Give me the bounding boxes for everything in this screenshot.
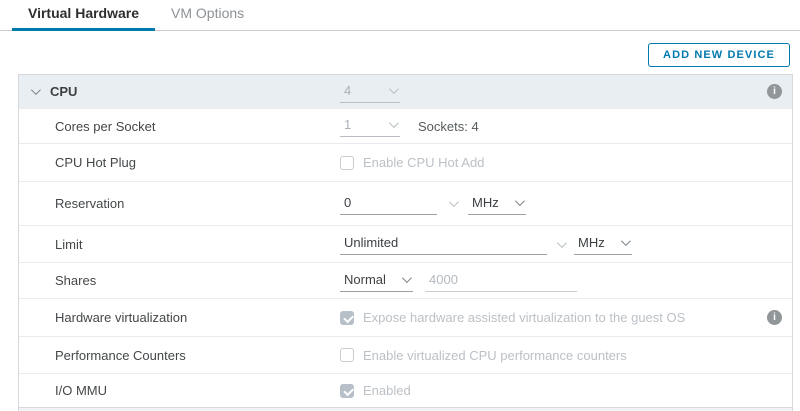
cpu-count-select[interactable]: 4 [340,81,400,103]
expose-hw-virtualization-checkbox[interactable] [340,310,354,325]
limit-unit-select[interactable]: MHz [574,233,632,255]
info-icon[interactable]: i [767,310,782,325]
next-section-header[interactable] [19,407,792,411]
virtual-hardware-panel: CPU 4 i Cores per Socket 1 Sockets: 4 CP… [18,74,793,411]
chevron-down-icon[interactable] [30,85,41,96]
chevron-down-icon [388,118,399,129]
io-mmu-checkbox-label: Enabled [363,383,411,398]
limit-input[interactable] [340,233,547,255]
shares-level-value: Normal [344,271,386,287]
row-reservation: Reservation MHz [19,181,792,225]
chevron-down-icon [514,195,525,206]
tab-virtual-hardware[interactable]: Virtual Hardware [12,0,156,31]
row-io-mmu: I/O MMU Enabled [19,373,792,407]
chevron-down-icon [401,272,412,283]
device-toolbar: ADD NEW DEVICE [0,31,800,68]
cores-per-socket-label: Cores per Socket [55,118,156,134]
shares-level-select[interactable]: Normal [340,270,413,292]
info-icon[interactable]: i [767,84,782,99]
chevron-down-icon [620,236,631,247]
shares-label: Shares [55,273,97,288]
cpu-hot-plug-label: CPU Hot Plug [55,155,136,170]
cpu-section-title: CPU [50,84,78,99]
reservation-input[interactable] [340,192,437,215]
performance-counters-label: Performance Counters [55,347,186,363]
cores-per-socket-value: 1 [344,117,352,132]
row-limit: Limit MHz [19,225,792,262]
reservation-unit-value: MHz [472,194,499,210]
performance-counters-checkbox[interactable] [340,348,354,362]
cpu-count-value: 4 [344,82,352,98]
chevron-down-icon[interactable] [448,197,459,208]
cpu-hot-add-checkbox[interactable] [340,155,354,170]
row-hardware-virtualization: Hardware virtualization Expose hardware … [19,298,792,336]
cpu-section-header[interactable]: CPU 4 i [19,75,792,108]
tab-bar: Virtual Hardware VM Options [0,0,800,31]
shares-value-input[interactable] [425,269,577,292]
io-mmu-label: I/O MMU [55,383,107,398]
row-performance-counters: Performance Counters Enable virtualized … [19,336,792,373]
row-cores-per-socket: Cores per Socket 1 Sockets: 4 [19,108,792,143]
cpu-hot-add-checkbox-label: Enable CPU Hot Add [363,155,485,170]
row-shares: Shares Normal [19,262,792,298]
chevron-down-icon[interactable] [556,237,567,248]
expose-hw-virtualization-label: Expose hardware assisted virtualization … [363,310,686,325]
reservation-label: Reservation [55,196,125,211]
performance-counters-checkbox-label: Enable virtualized CPU performance count… [363,347,627,363]
hardware-virtualization-label: Hardware virtualization [55,310,188,325]
reservation-unit-select[interactable]: MHz [468,193,526,215]
row-cpu-hot-plug: CPU Hot Plug Enable CPU Hot Add [19,143,792,181]
cores-per-socket-select[interactable]: 1 [340,115,400,137]
limit-unit-value: MHz [578,235,605,250]
limit-label: Limit [55,236,83,252]
sockets-count-text: Sockets: 4 [418,118,479,134]
add-new-device-button[interactable]: ADD NEW DEVICE [648,43,790,67]
tab-vm-options[interactable]: VM Options [155,0,260,31]
io-mmu-checkbox[interactable] [340,383,354,398]
chevron-down-icon [388,83,399,94]
